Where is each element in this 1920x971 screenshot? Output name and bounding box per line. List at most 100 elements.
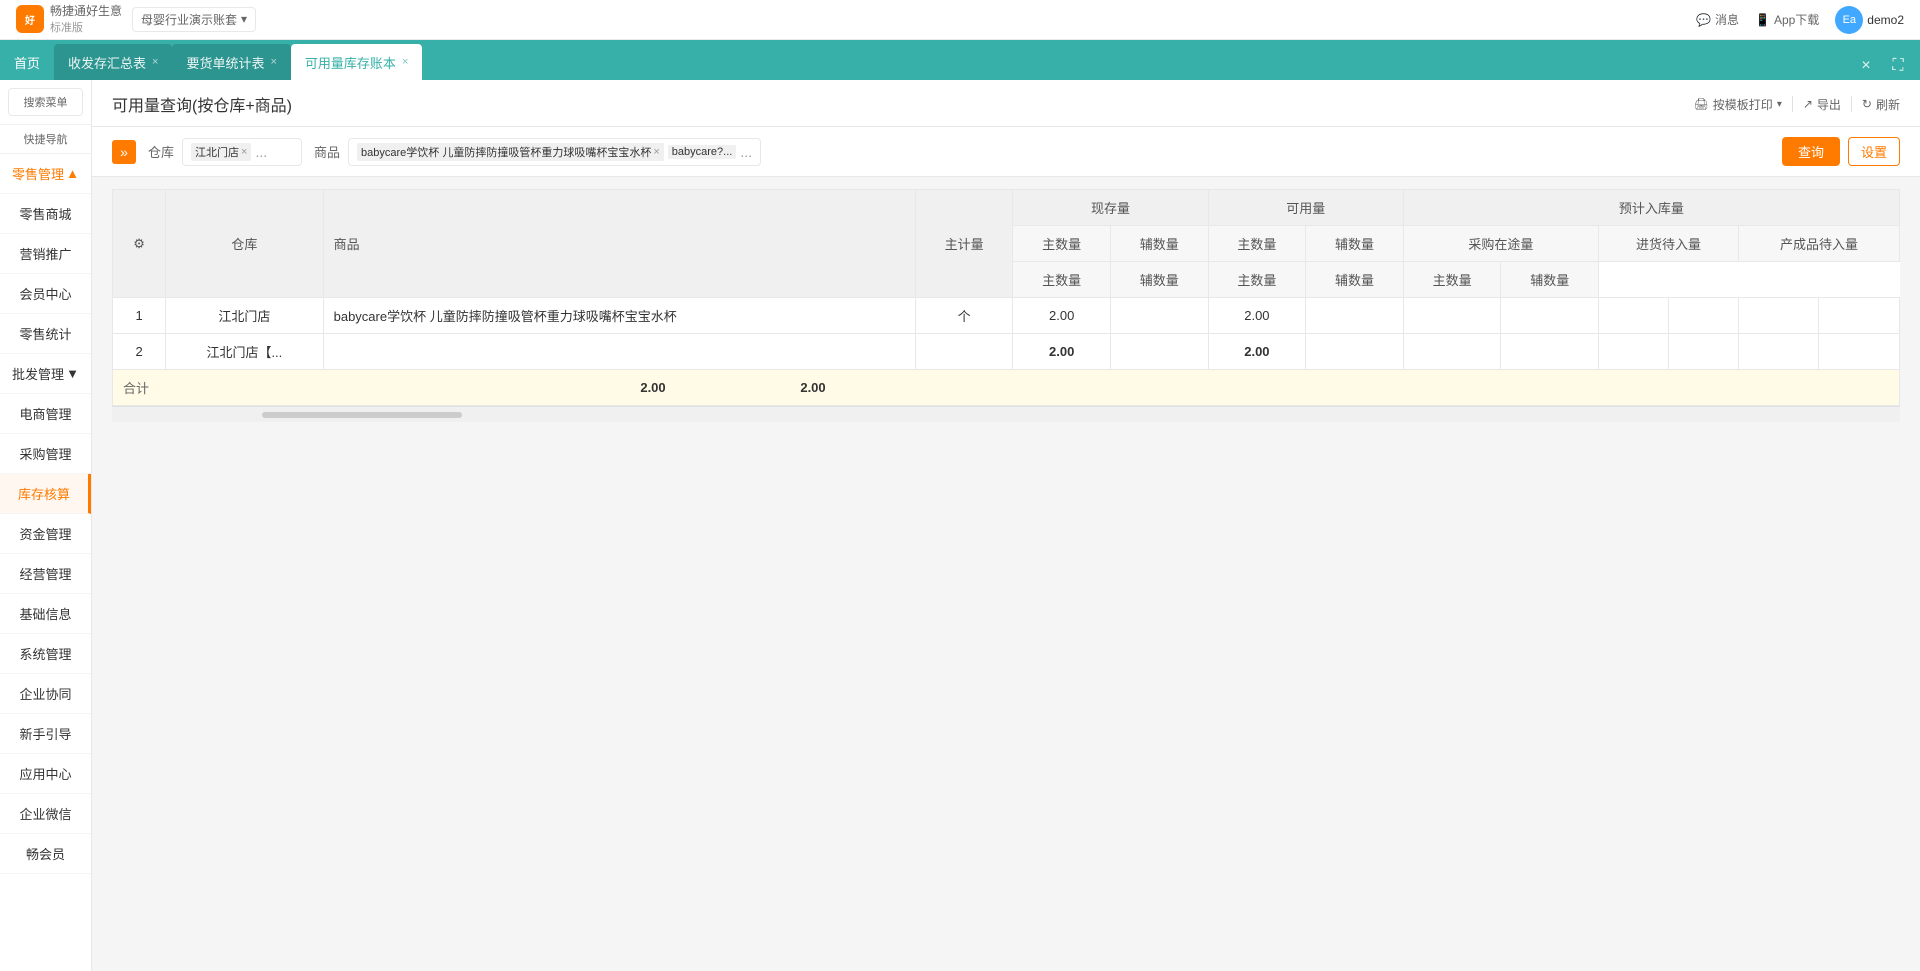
tab-receipt-label: 收发存汇总表 — [68, 53, 146, 72]
th-finished-pending: 产成品待入量 — [1738, 226, 1899, 262]
cell-cs-sub-2 — [1110, 334, 1208, 370]
warehouse-tag: 江北门店 × — [191, 143, 251, 161]
app-icon: 📱 — [1755, 13, 1770, 27]
tab-receipt-close-icon[interactable]: × — [152, 56, 158, 68]
cell-pt-main-2 — [1403, 334, 1501, 370]
chevron-up-icon: ▲ — [66, 166, 79, 181]
footer-label: 合计 — [123, 378, 613, 397]
print-icon: 🖨 — [1694, 97, 1709, 111]
cell-gp-sub-2 — [1668, 334, 1738, 370]
sidebar-item-retail[interactable]: 零售管理 ▲ — [0, 154, 91, 194]
user-profile[interactable]: Ea demo2 — [1835, 6, 1904, 34]
th-available: 可用量 — [1208, 190, 1403, 226]
product-filter-input[interactable]: babycare学饮杯 儿童防摔防撞吸管杯重力球吸嘴杯宝宝水杯 × babyca… — [348, 138, 761, 166]
sidebar-item-basic[interactable]: 基础信息 — [0, 594, 91, 634]
sidebar-item-purchase[interactable]: 采购管理 — [0, 434, 91, 474]
main-layout: 搜索菜单 快捷导航 零售管理 ▲ 零售商城 营销推广 会员中心 零售统计 批发管… — [0, 80, 1920, 971]
sidebar-item-retail-stat[interactable]: 零售统计 — [0, 314, 91, 354]
cell-product-2 — [323, 334, 915, 370]
message-button[interactable]: 💬 消息 — [1696, 11, 1739, 28]
sidebar-item-system[interactable]: 系统管理 — [0, 634, 91, 674]
th-current-stock: 现存量 — [1013, 190, 1208, 226]
tab-order-close-icon[interactable]: × — [270, 56, 276, 68]
sidebar-item-appstore-label: 应用中心 — [19, 764, 71, 783]
cell-gp-main-2 — [1599, 334, 1669, 370]
avatar: Ea — [1835, 6, 1863, 34]
tab-inventory-close-icon[interactable]: × — [402, 56, 408, 68]
logo-area: 好 畅捷通好生意 标准版 — [16, 4, 122, 34]
sidebar-item-wholesale[interactable]: 批发管理 ▼ — [0, 354, 91, 394]
close-tab-icon[interactable]: × — [1852, 52, 1880, 80]
warehouse-filter-label: 仓库 — [148, 142, 174, 161]
sidebar-item-retail-label: 零售管理 — [12, 164, 64, 183]
sidebar-item-quick-nav[interactable]: 快捷导航 — [0, 125, 91, 154]
cell-pt-sub-1 — [1501, 298, 1599, 334]
sidebar-item-newbie[interactable]: 新手引导 — [0, 714, 91, 754]
th-av-sub: 辅数量 — [1306, 226, 1404, 262]
page-actions: 🖨 按模板打印 ▾ ↗ 导出 ↻ 刷新 — [1694, 96, 1900, 113]
product-more-icon[interactable]: ... — [740, 144, 752, 160]
warehouse-filter-input[interactable]: 江北门店 × ... — [182, 138, 302, 166]
sidebar-item-wechat[interactable]: 企业微信 — [0, 794, 91, 834]
sidebar-item-operation[interactable]: 经营管理 — [0, 554, 91, 594]
user-name: demo2 — [1867, 13, 1904, 27]
refresh-button[interactable]: ↻ 刷新 — [1862, 96, 1900, 113]
warehouse-tag-value: 江北门店 — [195, 144, 239, 160]
query-button[interactable]: 查询 — [1782, 137, 1840, 166]
sidebar-item-retail-shop[interactable]: 零售商城 — [0, 194, 91, 234]
product-tag-1-remove-icon[interactable]: × — [653, 146, 659, 158]
tab-home[interactable]: 首页 — [0, 44, 54, 80]
logo-sub: 标准版 — [50, 19, 122, 35]
th-fp-sub: 辅数量 — [1501, 262, 1599, 298]
warehouse-more-icon[interactable]: ... — [255, 144, 267, 160]
sidebar-group-retail: 零售管理 ▲ 零售商城 营销推广 会员中心 零售统计 — [0, 154, 91, 354]
tenant-chevron-icon: ▾ — [241, 12, 247, 26]
sidebar-item-operation-label: 经营管理 — [19, 564, 71, 583]
tab-inventory[interactable]: 可用量库存账本 × — [291, 44, 422, 80]
sidebar-item-vip[interactable]: 畅会员 — [0, 834, 91, 874]
app-download-button[interactable]: 📱 App下载 — [1755, 11, 1819, 28]
refresh-label: 刷新 — [1876, 96, 1900, 113]
page-title-row: 可用量查询(按仓库+商品) 🖨 按模板打印 ▾ ↗ 导出 ↻ — [112, 92, 1900, 126]
th-av-main: 主数量 — [1208, 226, 1306, 262]
warehouse-tag-remove-icon[interactable]: × — [241, 146, 247, 158]
scrollbar-thumb[interactable] — [262, 412, 462, 418]
cell-unit-2 — [915, 334, 1013, 370]
sidebar-item-ecommerce[interactable]: 电商管理 — [0, 394, 91, 434]
tab-receipt[interactable]: 收发存汇总表 × — [54, 44, 172, 80]
tenant-selector[interactable]: 母婴行业演示账套 ▾ — [132, 7, 256, 32]
search-menu-button[interactable]: 搜索菜单 — [8, 88, 83, 116]
print-button[interactable]: 🖨 按模板打印 ▾ — [1694, 96, 1782, 113]
cell-gp-main-1 — [1599, 298, 1669, 334]
export-button[interactable]: ↗ 导出 — [1803, 96, 1841, 113]
tab-order[interactable]: 要货单统计表 × — [172, 44, 290, 80]
th-cs-sub: 辅数量 — [1110, 226, 1208, 262]
tenant-name: 母婴行业演示账套 — [141, 11, 237, 28]
product-tag-2: babycare?... — [668, 145, 737, 159]
sidebar-item-member[interactable]: 会员中心 — [0, 274, 91, 314]
cell-fp-main-1 — [1738, 298, 1819, 334]
cell-fp-main-2 — [1738, 334, 1819, 370]
sidebar-search-area: 搜索菜单 — [0, 80, 91, 125]
cell-pt-sub-2 — [1501, 334, 1599, 370]
logo-text-group: 畅捷通好生意 标准版 — [50, 4, 122, 34]
cell-fp-sub-2 — [1819, 334, 1900, 370]
sidebar-item-stock[interactable]: 库存核算 — [0, 474, 91, 514]
refresh-icon: ↻ — [1862, 97, 1872, 111]
scrollbar-area[interactable] — [112, 406, 1900, 422]
sidebar-item-finance-label: 资金管理 — [19, 524, 71, 543]
avatar-text: Ea — [1843, 14, 1856, 26]
th-gp-main: 主数量 — [1208, 262, 1306, 298]
sidebar-item-appstore[interactable]: 应用中心 — [0, 754, 91, 794]
expand-icon[interactable]: ⛶ — [1884, 52, 1912, 80]
sidebar-item-marketing[interactable]: 营销推广 — [0, 234, 91, 274]
app-label: App下载 — [1774, 11, 1819, 28]
sidebar-item-enterprise[interactable]: 企业协同 — [0, 674, 91, 714]
setting-button[interactable]: 设置 — [1848, 137, 1900, 166]
filter-expand-button[interactable]: » — [112, 140, 136, 164]
th-settings[interactable]: ⚙ — [113, 190, 166, 298]
sidebar-item-finance[interactable]: 资金管理 — [0, 514, 91, 554]
sidebar-item-retail-stat-label: 零售统计 — [19, 324, 71, 343]
table-row: 1 江北门店 babycare学饮杯 儿童防摔防撞吸管杯重力球吸嘴杯宝宝水杯 个… — [113, 298, 1900, 334]
divider-2 — [1851, 96, 1852, 112]
